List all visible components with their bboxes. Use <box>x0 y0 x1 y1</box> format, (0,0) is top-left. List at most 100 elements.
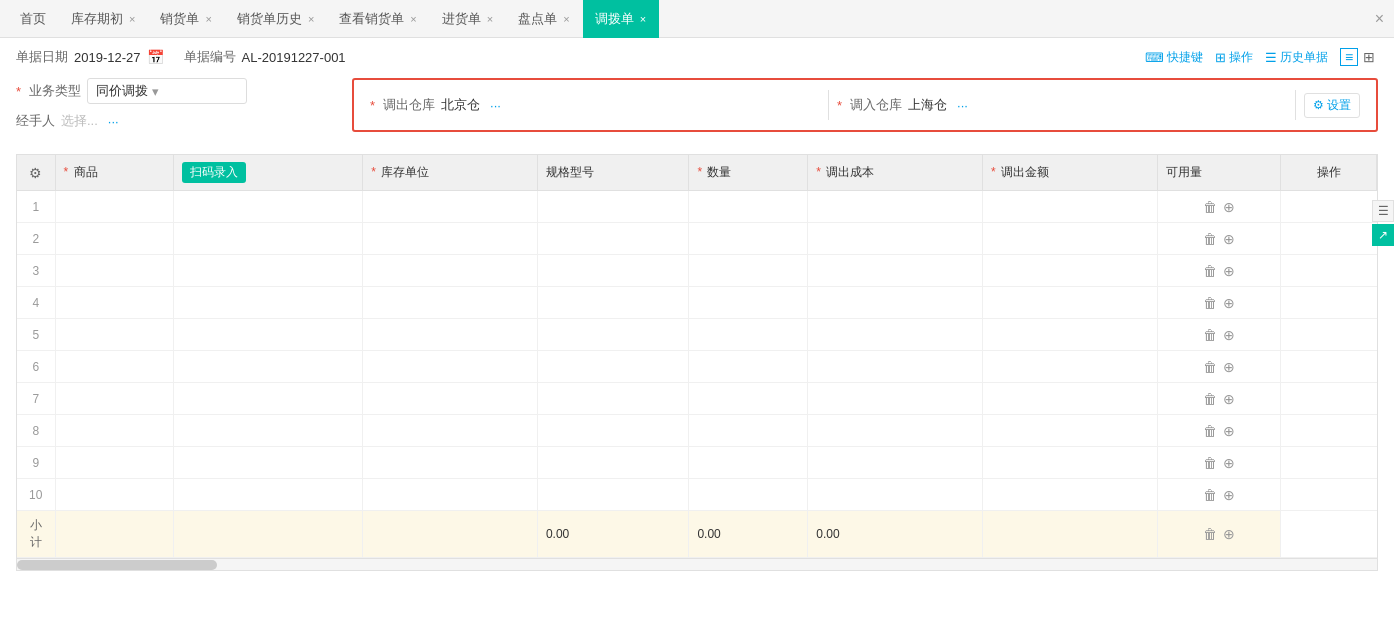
layout-toggle[interactable]: ≡ ⊞ <box>1340 48 1378 66</box>
delete-icon[interactable]: 🗑 <box>1203 199 1217 215</box>
amount-cell[interactable] <box>808 255 983 287</box>
quantity-cell[interactable] <box>537 287 688 319</box>
delete-icon[interactable]: 🗑 <box>1203 263 1217 279</box>
copy-icon[interactable]: ⊕ <box>1223 263 1235 279</box>
copy-icon[interactable]: ⊕ <box>1223 359 1235 375</box>
tab-inventory-init-close[interactable]: × <box>129 13 135 25</box>
tab-view-sales[interactable]: 查看销货单 × <box>327 0 429 38</box>
quantity-cell[interactable] <box>537 255 688 287</box>
quantity-cell[interactable] <box>537 447 688 479</box>
copy-icon[interactable]: ⊕ <box>1223 455 1235 471</box>
copy-icon[interactable]: ⊕ <box>1223 199 1235 215</box>
cost-cell[interactable] <box>689 287 808 319</box>
unit-cell[interactable] <box>174 351 363 383</box>
cost-cell[interactable] <box>689 479 808 511</box>
scan-button[interactable]: 扫码录入 <box>182 162 246 183</box>
amount-cell[interactable] <box>808 191 983 223</box>
spec-cell[interactable] <box>363 351 538 383</box>
amount-cell[interactable] <box>808 447 983 479</box>
spec-cell[interactable] <box>363 223 538 255</box>
tab-sales-order-close[interactable]: × <box>205 13 211 25</box>
tab-inventory-check-close[interactable]: × <box>563 13 569 25</box>
cost-cell[interactable] <box>689 415 808 447</box>
unit-cell[interactable] <box>174 191 363 223</box>
cost-cell[interactable] <box>689 351 808 383</box>
product-cell[interactable] <box>55 287 174 319</box>
cost-cell[interactable] <box>689 383 808 415</box>
tab-inventory-init[interactable]: 库存期初 × <box>59 0 148 38</box>
delete-icon[interactable]: 🗑 <box>1203 423 1217 439</box>
unit-cell[interactable] <box>174 223 363 255</box>
amount-cell[interactable] <box>808 287 983 319</box>
tab-transfer-order[interactable]: 调拨单 × <box>583 0 659 38</box>
unit-cell[interactable] <box>174 383 363 415</box>
quantity-cell[interactable] <box>537 191 688 223</box>
tab-bar-close-button[interactable]: × <box>1375 10 1384 28</box>
tab-purchase-order[interactable]: 进货单 × <box>430 0 506 38</box>
person-more-icon[interactable]: ··· <box>108 114 119 129</box>
product-cell[interactable] <box>55 447 174 479</box>
delete-icon[interactable]: 🗑 <box>1203 487 1217 503</box>
delete-icon[interactable]: 🗑 <box>1203 231 1217 247</box>
quantity-cell[interactable] <box>537 383 688 415</box>
amount-cell[interactable] <box>808 223 983 255</box>
quantity-cell[interactable] <box>537 223 688 255</box>
product-cell[interactable] <box>55 415 174 447</box>
spec-cell[interactable] <box>363 415 538 447</box>
quantity-cell[interactable] <box>537 351 688 383</box>
shortcuts-button[interactable]: ⌨ 快捷键 <box>1145 49 1203 66</box>
cost-cell[interactable] <box>689 191 808 223</box>
business-type-select[interactable]: 同价调拨 ▾ <box>87 78 247 104</box>
unit-cell[interactable] <box>174 287 363 319</box>
spec-cell[interactable] <box>363 383 538 415</box>
cost-cell[interactable] <box>689 255 808 287</box>
amount-cell[interactable] <box>808 415 983 447</box>
unit-cell[interactable] <box>174 319 363 351</box>
spec-cell[interactable] <box>363 447 538 479</box>
unit-cell[interactable] <box>174 255 363 287</box>
transfer-out-more-icon[interactable]: ··· <box>490 98 501 113</box>
delete-icon[interactable]: 🗑 <box>1203 391 1217 407</box>
transfer-in-more-icon[interactable]: ··· <box>957 98 968 113</box>
delete-icon[interactable]: 🗑 <box>1203 526 1217 542</box>
cost-cell[interactable] <box>689 447 808 479</box>
amount-cell[interactable] <box>808 479 983 511</box>
delete-icon[interactable]: 🗑 <box>1203 295 1217 311</box>
product-cell[interactable] <box>55 223 174 255</box>
spec-cell[interactable] <box>363 255 538 287</box>
amount-cell[interactable] <box>808 351 983 383</box>
tab-sales-history[interactable]: 销货单历史 × <box>225 0 327 38</box>
spec-cell[interactable] <box>363 191 538 223</box>
horizontal-scrollbar[interactable] <box>17 558 1377 570</box>
scroll-thumb[interactable] <box>17 560 217 570</box>
product-cell[interactable] <box>55 351 174 383</box>
tab-view-sales-close[interactable]: × <box>410 13 416 25</box>
product-cell[interactable] <box>55 479 174 511</box>
amount-cell[interactable] <box>808 383 983 415</box>
product-cell[interactable] <box>55 191 174 223</box>
quantity-cell[interactable] <box>537 479 688 511</box>
person-select[interactable]: 选择... <box>61 112 98 130</box>
tab-inventory-check[interactable]: 盘点单 × <box>506 0 582 38</box>
right-tool-external[interactable]: ↗ <box>1372 224 1394 246</box>
product-cell[interactable] <box>55 383 174 415</box>
delete-icon[interactable]: 🗑 <box>1203 455 1217 471</box>
spec-cell[interactable] <box>363 479 538 511</box>
amount-cell[interactable] <box>808 319 983 351</box>
spec-cell[interactable] <box>363 287 538 319</box>
unit-cell[interactable] <box>174 415 363 447</box>
table-gear-icon[interactable]: ⚙ <box>29 165 42 181</box>
history-button[interactable]: ☰ 历史单据 <box>1265 49 1328 66</box>
tab-home[interactable]: 首页 <box>8 0 59 38</box>
delete-icon[interactable]: 🗑 <box>1203 327 1217 343</box>
spec-cell[interactable] <box>363 319 538 351</box>
calendar-icon[interactable]: 📅 <box>147 49 164 65</box>
quantity-cell[interactable] <box>537 319 688 351</box>
tab-transfer-order-close[interactable]: × <box>640 13 646 25</box>
delete-icon[interactable]: 🗑 <box>1203 359 1217 375</box>
quantity-cell[interactable] <box>537 415 688 447</box>
unit-cell[interactable] <box>174 447 363 479</box>
product-cell[interactable] <box>55 319 174 351</box>
product-cell[interactable] <box>55 255 174 287</box>
unit-cell[interactable] <box>174 479 363 511</box>
